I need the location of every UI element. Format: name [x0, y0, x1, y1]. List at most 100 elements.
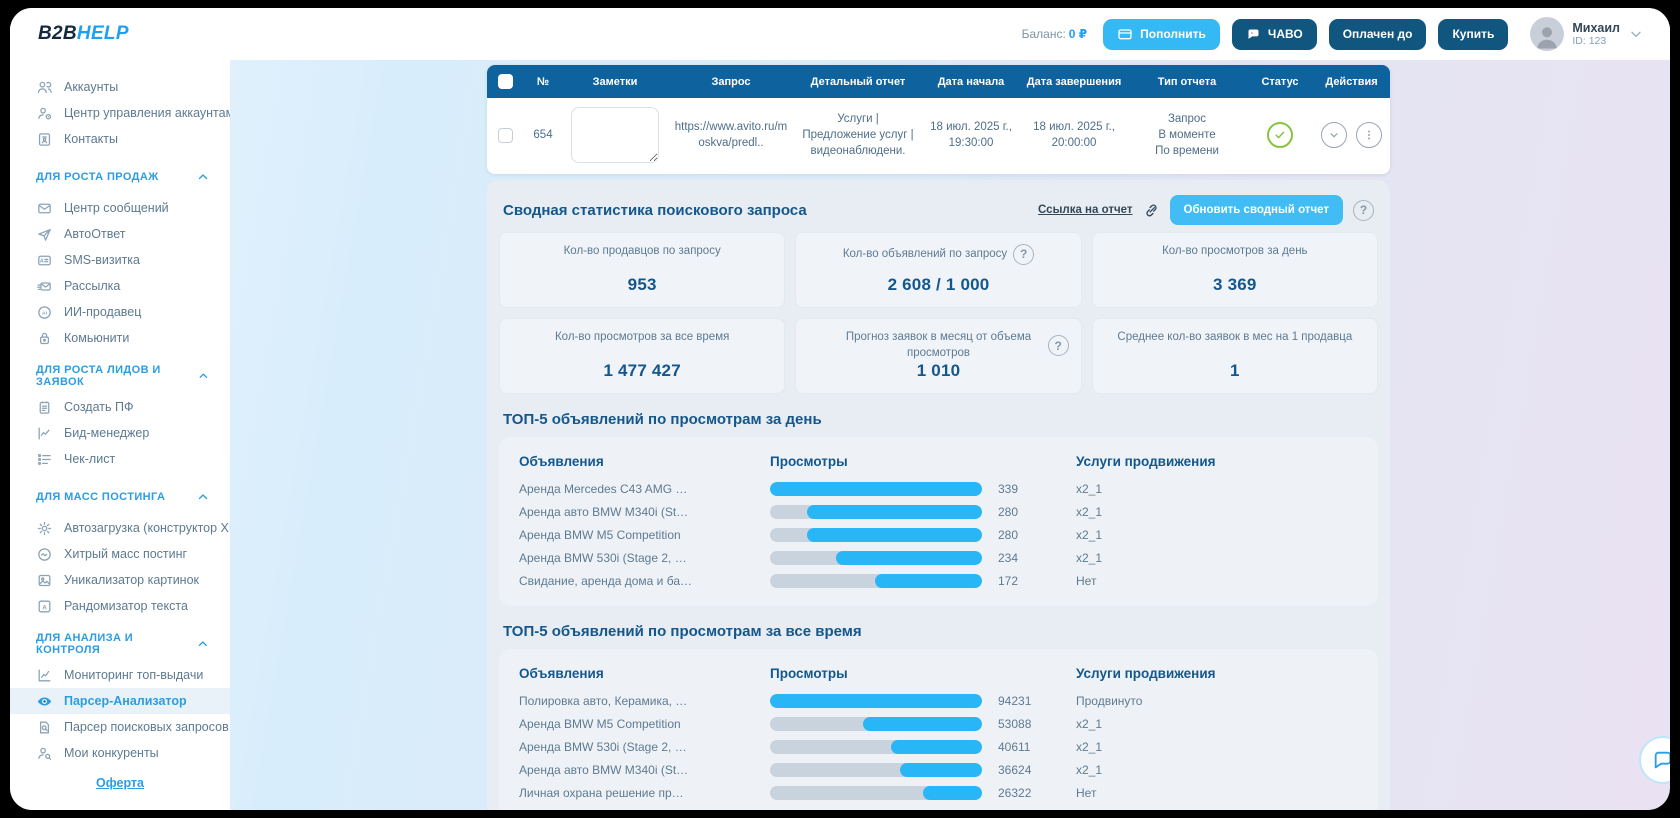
sidebar-item[interactable]: Мониторинг топ-выдачи — [10, 662, 230, 688]
clipboard-icon — [36, 399, 53, 416]
sidebar-item[interactable]: Аккаунты — [10, 74, 230, 100]
header-actions: Баланс: 0 ₽ Пополнить ЧАВО Оплачен до Куп… — [1022, 17, 1644, 51]
app-logo[interactable]: B2BHELP — [38, 23, 129, 45]
sidebar-item[interactable]: A Рандомизатор текста — [10, 593, 230, 619]
help-icon[interactable]: ? — [1353, 199, 1374, 221]
sidebar-item[interactable]: Бид-менеджер — [10, 420, 230, 446]
svg-text:A: A — [42, 604, 47, 611]
user-search-icon — [36, 745, 53, 762]
faq-label: ЧАВО — [1267, 27, 1303, 41]
help-icon[interactable]: ? — [1047, 335, 1069, 357]
views-value: 280 — [998, 505, 1019, 520]
sidebar-nav: Аккаунты Центр управления аккаунтами Конта… — [10, 60, 230, 810]
checklist-icon — [36, 451, 53, 468]
sidebar-item[interactable]: Уникализатор картинок — [10, 567, 230, 593]
sidebar-item-label: Комьюнити — [64, 331, 130, 345]
offer-link[interactable]: Оферта — [96, 776, 144, 790]
sidebar-section[interactable]: ДЛЯ АНАЛИЗА И КОНТРОЛЯ — [10, 632, 230, 656]
sidebar-item[interactable]: Хитрый масс постинг — [10, 541, 230, 567]
promo-service: x2_1 — [1076, 505, 1103, 520]
sidebar-item[interactable]: АвтоОтвет — [10, 221, 230, 247]
views-bar — [770, 482, 982, 497]
date-start-cell: 18 июл. 2025 г., 19:30:00 — [930, 120, 1012, 149]
sidebar-item[interactable]: Чек-лист — [10, 446, 230, 472]
promo-service: x2_1 — [1076, 763, 1103, 778]
sidebar-item[interactable]: Центр сообщений — [10, 195, 230, 221]
row-checkbox[interactable] — [497, 127, 513, 143]
sidebar-item-label: Рассылка — [64, 279, 121, 293]
faq-button[interactable]: ЧАВО — [1231, 18, 1317, 50]
paper-plane-icon — [36, 226, 53, 243]
stat-value: 1 010 — [916, 361, 961, 381]
user-id: ID: 123 — [1572, 35, 1607, 48]
views-bar — [770, 694, 982, 709]
report-link[interactable]: Ссылка на отчет — [1038, 204, 1132, 216]
sidebar-item[interactable]: AI ИИ-продавец — [10, 299, 230, 325]
sidebar-item-label: Уникализатор картинок — [64, 573, 200, 587]
stat-card: Прогноз заявок в месяц от объема просмот… — [795, 318, 1082, 395]
sidebar-section[interactable]: ДЛЯ РОСТА ПРОДАЖ — [10, 165, 230, 189]
mail-fast-icon — [36, 278, 53, 295]
sidebar-item-label: Мои конкуренты — [64, 746, 159, 760]
sidebar-section[interactable]: ДЛЯ РОСТА ЛИДОВ И ЗАЯВОК — [10, 364, 230, 388]
sidebar-item[interactable]: A SMS-визитка — [10, 247, 230, 273]
ad-title: Аренда BMW 530i (Stage 2, … — [519, 740, 687, 755]
select-all-checkbox[interactable] — [497, 74, 513, 89]
sidebar-item-label: Мониторинг топ-выдачи — [64, 668, 204, 682]
stat-value: 1 — [1230, 361, 1240, 381]
expand-row-button[interactable] — [1321, 122, 1347, 148]
stat-card: Кол-во объявлений по запросу? 2 608 / 1 0… — [795, 232, 1082, 308]
chevron-up-icon — [196, 490, 210, 504]
requests-table: № Заметки Запрос Детальный отчет Дата начала… — [487, 65, 1390, 174]
image-icon — [36, 572, 53, 589]
table-header-row: № Заметки Запрос Детальный отчет Дата начала… — [487, 65, 1390, 98]
date-end-cell: 18 июл. 2025 г., 20:00:00 — [1033, 120, 1115, 149]
sidebar-item-active[interactable]: Парсер-Анализатор — [10, 688, 230, 714]
ad-title: Аренда Mercedes C43 AMG … — [519, 482, 688, 497]
stat-value: 953 — [627, 275, 657, 294]
monitor-chart-icon — [36, 667, 53, 684]
svg-text:A: A — [40, 258, 44, 264]
sidebar-item[interactable]: Мои конкуренты — [10, 740, 230, 766]
stat-label: Кол-во объявлений по запросу — [842, 247, 1008, 260]
refresh-report-button[interactable]: Обновить сводный отчет — [1169, 195, 1343, 225]
help-icon[interactable]: ? — [1013, 244, 1035, 265]
stat-label: Кол-во просмотров за день — [1162, 245, 1308, 257]
sidebar-item[interactable]: Комьюнити — [10, 325, 230, 351]
sidebar-item[interactable]: Создать ПФ — [10, 394, 230, 420]
sidebar-section[interactable]: ДЛЯ МАСС ПОСТИНГА — [10, 485, 230, 509]
more-actions-button[interactable] — [1356, 122, 1382, 148]
sidebar-item[interactable]: Парсер поисковых запросов — [10, 714, 230, 740]
stat-label: Кол-во продавцов по запросу — [563, 245, 721, 257]
support-chat-button[interactable] — [1639, 736, 1670, 784]
detail-report-cell: Услуги | Предложение услуг | видеонаблюд… — [802, 112, 914, 158]
user-menu[interactable]: Михаил ID: 123 — [1530, 17, 1644, 51]
query-link[interactable]: https://www.avito.ru/moskva/predl.. — [667, 119, 795, 151]
summary-title: Сводная статистика поискового запроса — [503, 201, 807, 219]
buy-button[interactable]: Купить — [1438, 18, 1509, 50]
card-icon — [1117, 26, 1133, 42]
sidebar-item[interactable]: Рассылка — [10, 273, 230, 299]
top-column-views: Просмотры — [770, 666, 848, 682]
top-alltime-title: ТОП-5 объявлений по просмотрам за все вр… — [503, 623, 862, 641]
main-content: № Заметки Запрос Детальный отчет Дата начала… — [487, 60, 1390, 810]
contact-card-icon — [36, 131, 53, 148]
topup-button[interactable]: Пополнить — [1103, 18, 1220, 50]
column-header: Дата завершения — [1026, 75, 1122, 88]
chevron-up-icon — [196, 170, 210, 184]
sidebar-item[interactable]: Контакты — [10, 126, 230, 152]
views-bar — [770, 528, 982, 543]
sidebar-item-label: Хитрый масс постинг — [64, 547, 188, 561]
balance-value: 0 ₽ — [1068, 27, 1088, 41]
link-icon[interactable] — [1143, 202, 1160, 219]
sidebar-item[interactable]: Центр управления аккаунтами — [10, 100, 230, 126]
chat-bubble-icon — [1654, 751, 1670, 769]
sidebar-item-label: Аккаунты — [64, 80, 119, 94]
doc-search-icon — [36, 719, 53, 736]
paid-until-button[interactable]: Оплачен до — [1328, 18, 1427, 50]
chevron-down-icon — [1628, 26, 1644, 42]
wave-circle-icon — [36, 546, 53, 563]
notes-textarea[interactable] — [571, 107, 659, 163]
sidebar-item[interactable]: Автозагрузка (конструктор XML) — [10, 515, 230, 541]
views-bar — [770, 740, 982, 755]
